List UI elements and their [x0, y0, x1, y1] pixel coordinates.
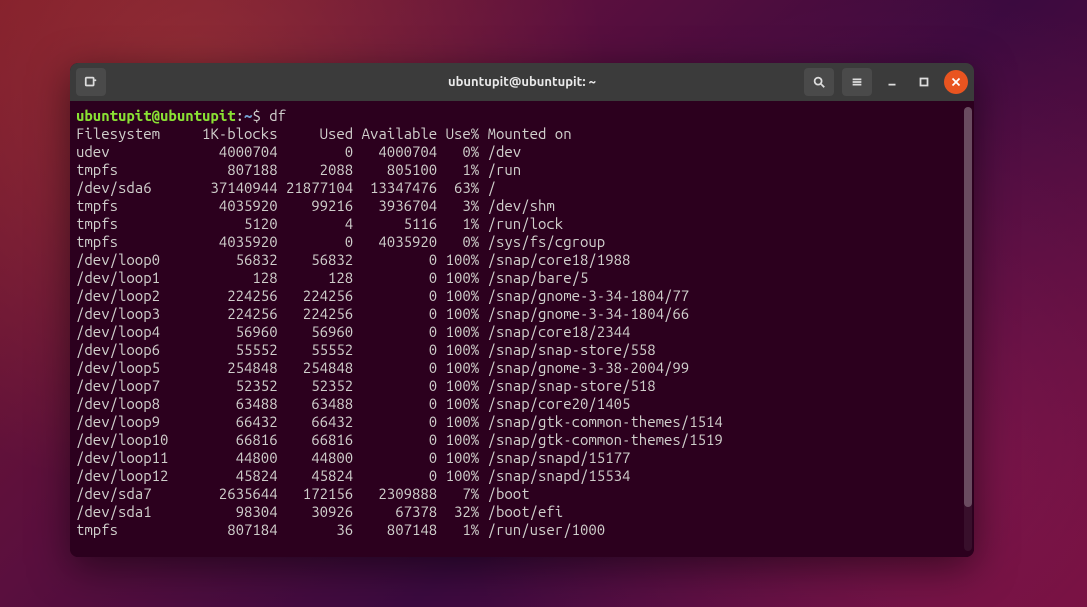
close-icon	[949, 75, 963, 89]
search-icon	[812, 75, 826, 89]
prompt-colon: :	[236, 107, 244, 124]
command-text: df	[269, 107, 286, 124]
terminal-window: ubuntupit@ubuntupit: ~ ubuntupit@ubuntup…	[70, 63, 974, 557]
prompt-user: ubuntupit	[76, 107, 152, 124]
scrollbar-thumb[interactable]	[964, 107, 972, 507]
prompt-dollar: $	[252, 107, 269, 124]
minimize-button[interactable]	[880, 70, 904, 94]
maximize-icon	[917, 75, 931, 89]
maximize-button[interactable]	[912, 70, 936, 94]
new-tab-icon	[84, 75, 98, 89]
menu-button[interactable]	[842, 68, 872, 96]
terminal-body[interactable]: ubuntupit@ubuntupit:~$ dfFilesystem 1K-b…	[70, 101, 974, 557]
df-output: Filesystem 1K-blocks Used Available Use%…	[76, 125, 723, 538]
prompt-at: @	[152, 107, 160, 124]
search-button[interactable]	[804, 68, 834, 96]
prompt-line: ubuntupit@ubuntupit:~$ df	[76, 107, 970, 125]
minimize-icon	[885, 75, 899, 89]
new-tab-button[interactable]	[76, 68, 106, 96]
scrollbar[interactable]	[964, 107, 972, 551]
close-button[interactable]	[944, 70, 968, 94]
titlebar: ubuntupit@ubuntupit: ~	[70, 63, 974, 101]
hamburger-icon	[850, 75, 864, 89]
prompt-host: ubuntupit	[160, 107, 236, 124]
